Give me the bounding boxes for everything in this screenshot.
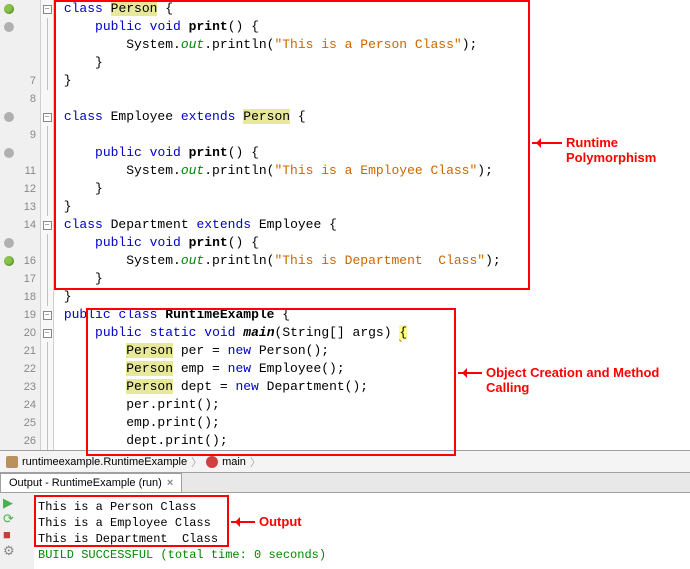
code-line[interactable]: per.print(); [56,396,690,414]
code-line[interactable]: } [56,270,690,288]
tab-label: Output - RuntimeExample (run) [9,477,162,489]
breadcrumb: runtimeexample.RuntimeExample 〉 main 〉 [0,451,690,473]
line-numbers: 789111213141617181920212223242526 [18,0,40,450]
stop-icon[interactable]: ■ [3,528,17,542]
fold-column[interactable]: −−−−− [40,0,54,450]
code-editor[interactable]: 789111213141617181920212223242526 −−−−− … [0,0,690,451]
code-line[interactable]: } [56,72,690,90]
code-line[interactable]: } [56,54,690,72]
annotation-label: Output [259,514,302,529]
chevron-right-icon: 〉 [250,454,261,470]
code-line[interactable] [56,90,690,108]
code-line[interactable]: class Department extends Employee { [56,216,690,234]
breadcrumb-item[interactable]: main [222,456,246,468]
output-tab-bar: Output - RuntimeExample (run) × [0,473,690,493]
code-line[interactable]: public void print() { [56,18,690,36]
output-text[interactable]: Output This is a Person Class This is a … [34,493,690,569]
close-icon[interactable]: × [167,477,173,489]
code-line[interactable]: System.out.println("This is Department C… [56,252,690,270]
class-icon [6,456,18,468]
code-area[interactable]: Runtime Polymorphism Object Creation and… [54,0,690,450]
output-toolbar: ▶ ⟳ ■ ⚙ [0,493,34,569]
annotation-label: Object Creation and Method Calling [486,365,690,395]
breadcrumb-item[interactable]: runtimeexample.RuntimeExample [22,456,187,468]
arrow-icon [532,142,562,144]
code-line[interactable]: Person per = new Person(); [56,342,690,360]
annotation-label: Runtime Polymorphism [566,135,690,165]
output-line: This is Department Class [38,531,686,547]
arrow-icon [458,372,482,374]
code-line[interactable]: public void print() { [56,234,690,252]
code-line[interactable]: public static void main(String[] args) { [56,324,690,342]
code-line[interactable]: System.out.println("This is a Person Cla… [56,36,690,54]
method-icon [206,456,218,468]
output-line: This is a Employee Class [38,515,686,531]
code-line[interactable]: } [56,180,690,198]
rerun-icon[interactable]: ⟳ [3,512,17,526]
chevron-right-icon: 〉 [191,454,202,470]
output-tab[interactable]: Output - RuntimeExample (run) × [0,473,182,492]
code-line[interactable]: dept.print(); [56,432,690,450]
code-line[interactable]: class Employee extends Person { [56,108,690,126]
code-line[interactable]: emp.print(); [56,414,690,432]
code-line[interactable]: } [56,288,690,306]
settings-icon[interactable]: ⚙ [3,544,17,558]
code-line[interactable]: } [56,198,690,216]
code-line[interactable]: class Person { [56,0,690,18]
output-panel: ▶ ⟳ ■ ⚙ Output This is a Person Class This… [0,493,690,569]
arrow-icon [231,521,255,523]
output-line: This is a Person Class [38,499,686,515]
code-line[interactable]: public class RuntimeExample { [56,306,690,324]
gutter-icons [0,0,18,450]
build-status: BUILD SUCCESSFUL (total time: 0 seconds) [38,547,686,563]
run-icon[interactable]: ▶ [3,496,17,510]
